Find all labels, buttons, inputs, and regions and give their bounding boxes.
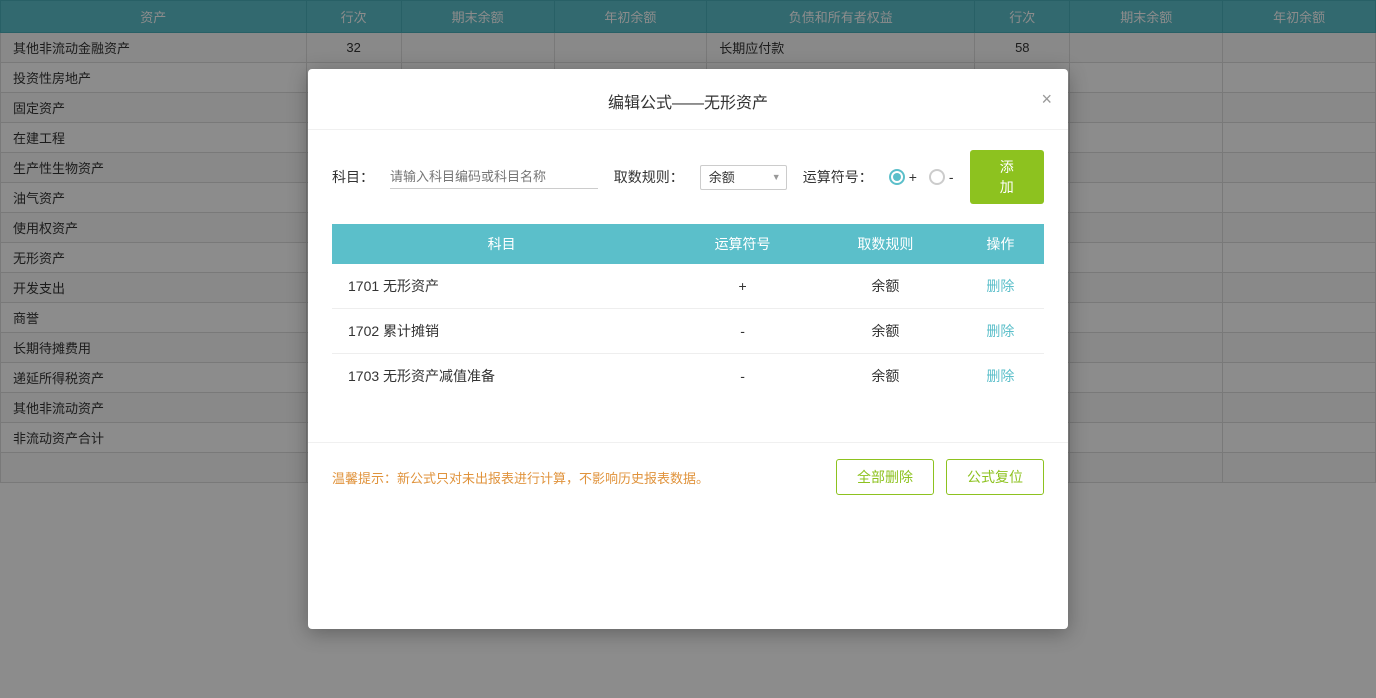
modal-body: 科目： 取数规则： 余额借方贷方借方累计贷方累计 运算符号： + - [308,130,1068,442]
table-header-row: 科目 运算符号 取数规则 操作 [332,224,1044,264]
tip-text: 温馨提示：新公式只对未出报表进行计算，不影响历史报表数据。 [332,468,709,487]
delete-link[interactable]: 删除 [986,368,1014,384]
subject-label: 科目： [332,167,374,187]
formula-subject: 1701 无形资产 [332,264,671,309]
radio-plus[interactable]: + [889,169,917,185]
radio-plus-label: + [909,169,917,185]
formula-subject: 1703 无形资产减值准备 [332,354,671,399]
radio-minus-label: - [949,169,954,185]
radio-plus-circle [889,169,905,185]
formula-row: 1703 无形资产减值准备 - 余额 删除 [332,354,1044,399]
add-button[interactable]: 添加 [970,150,1044,204]
delete-link[interactable]: 删除 [986,278,1014,294]
th-rule: 取数规则 [814,224,957,264]
th-action: 操作 [957,224,1044,264]
formula-subject: 1702 累计摊销 [332,309,671,354]
modal-close-button[interactable]: × [1041,90,1052,108]
footer-buttons: 全部删除 公式复位 [836,459,1044,495]
formula-operator: - [671,309,814,354]
rule-label: 取数规则： [614,167,684,187]
formula-action[interactable]: 删除 [957,354,1044,399]
formula-rule: 余额 [814,354,957,399]
formula-action[interactable]: 删除 [957,309,1044,354]
formula-rule: 余额 [814,309,957,354]
subject-input[interactable] [390,165,598,189]
edit-formula-modal: 编辑公式——无形资产 × 科目： 取数规则： 余额借方贷方借方累计贷方累计 运算… [308,69,1068,629]
modal-overlay: 编辑公式——无形资产 × 科目： 取数规则： 余额借方贷方借方累计贷方累计 运算… [0,0,1376,698]
delete-link[interactable]: 删除 [986,323,1014,339]
th-operator: 运算符号 [671,224,814,264]
rule-select-wrapper[interactable]: 余额借方贷方借方累计贷方累计 [700,165,787,190]
formula-row: 1702 累计摊销 - 余额 删除 [332,309,1044,354]
formula-table: 科目 运算符号 取数规则 操作 1701 无形资产 + 余额 删除 1702 累… [332,224,1044,398]
operator-label: 运算符号： [803,167,873,187]
modal-header: 编辑公式——无形资产 × [308,69,1068,130]
operator-radio-group: + - [889,169,954,185]
formula-operator: + [671,264,814,309]
radio-minus-circle [929,169,945,185]
formula-row: 1701 无形资产 + 余额 删除 [332,264,1044,309]
formula-table-body: 1701 无形资产 + 余额 删除 1702 累计摊销 - 余额 删除 1703… [332,264,1044,398]
modal-footer: 温馨提示：新公式只对未出报表进行计算，不影响历史报表数据。 全部删除 公式复位 [308,442,1068,515]
formula-rule: 余额 [814,264,957,309]
rule-select[interactable]: 余额借方贷方借方累计贷方累计 [700,165,787,190]
radio-minus[interactable]: - [929,169,954,185]
th-subject: 科目 [332,224,671,264]
formula-operator: - [671,354,814,399]
modal-title: 编辑公式——无形资产 [608,95,768,112]
formula-form-row: 科目： 取数规则： 余额借方贷方借方累计贷方累计 运算符号： + - [332,150,1044,204]
reset-formula-button[interactable]: 公式复位 [946,459,1044,495]
delete-all-button[interactable]: 全部删除 [836,459,934,495]
formula-action[interactable]: 删除 [957,264,1044,309]
